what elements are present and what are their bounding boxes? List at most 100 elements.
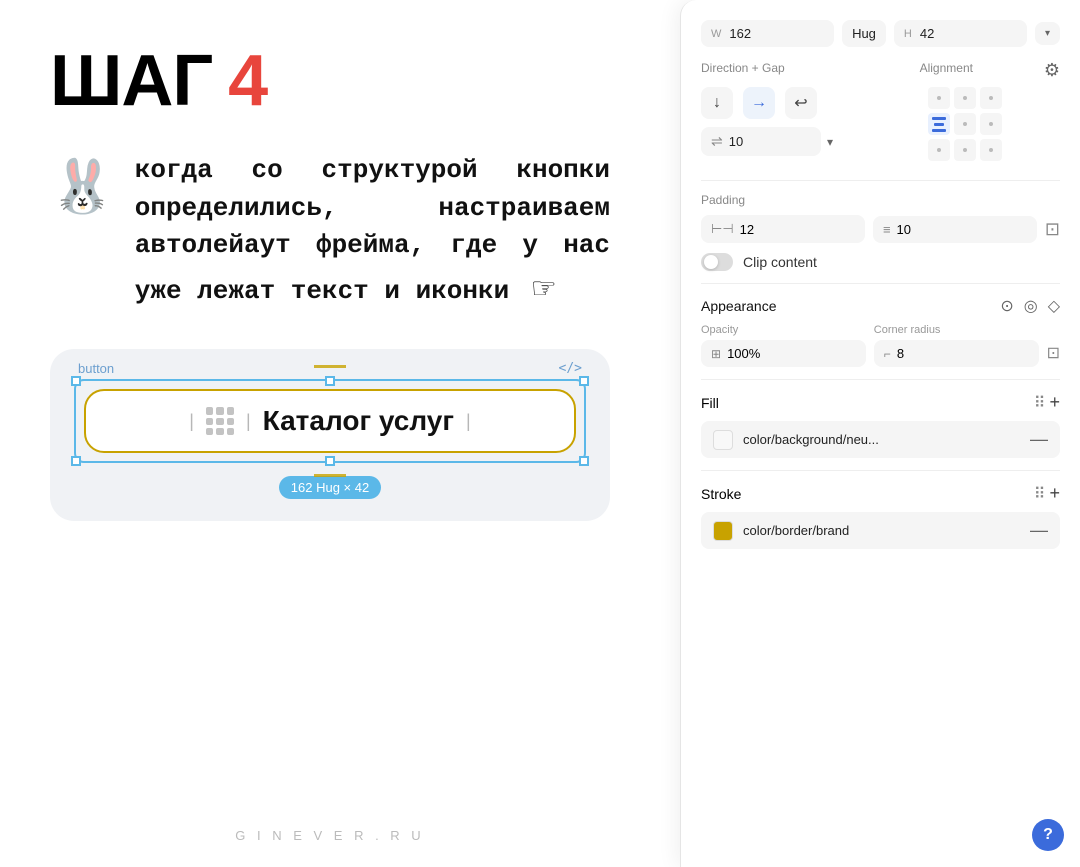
- handle-top-left[interactable]: [71, 376, 81, 386]
- chevron-down-icon: ▾: [1045, 28, 1050, 39]
- rabbit-emoji: 🐰: [50, 156, 115, 217]
- align-dot-br[interactable]: [980, 139, 1002, 161]
- resize-icon[interactable]: ⊡: [1045, 219, 1060, 240]
- corner-box: Corner radius ⌐ 8: [874, 324, 1039, 367]
- size-badge-text: 162 Hug × 42: [279, 476, 381, 499]
- spacer-top: [314, 365, 346, 368]
- gap-value: 10: [729, 134, 743, 149]
- align-dot-tr[interactable]: [980, 87, 1002, 109]
- width-box[interactable]: W 162: [701, 20, 834, 47]
- pipe-right: |: [246, 411, 251, 432]
- padding-h-box[interactable]: ⊢⊣ 12: [701, 215, 865, 243]
- fill-add-btn[interactable]: +: [1049, 392, 1060, 413]
- align-dot-mc[interactable]: [954, 113, 976, 135]
- fill-color-swatch[interactable]: [713, 430, 733, 450]
- left-panel: ШАГ 4 🐰 когда со структурой кнопки опред…: [0, 0, 660, 867]
- height-label: H: [904, 28, 912, 40]
- align-dot-tl[interactable]: [928, 87, 950, 109]
- width-value: 162: [729, 26, 751, 41]
- clip-toggle[interactable]: [701, 253, 733, 271]
- stroke-header: Stroke ⠿ +: [701, 483, 1060, 504]
- dimensions-row: W 162 Hug H 42 ▾: [701, 20, 1060, 47]
- corner-value: 8: [897, 346, 904, 361]
- frame-label: button: [78, 361, 114, 376]
- fill-grid-icon[interactable]: ⠿: [1034, 393, 1046, 413]
- width-label: W: [711, 28, 721, 40]
- stroke-grid-icon[interactable]: ⠿: [1034, 484, 1046, 504]
- stroke-minus-btn[interactable]: —: [1030, 520, 1048, 541]
- height-dropdown[interactable]: ▾: [1035, 22, 1060, 45]
- corner-icon: ⌐: [884, 347, 891, 361]
- padding-label: Padding: [701, 193, 1060, 207]
- style-icon[interactable]: ⊙: [1000, 296, 1013, 316]
- opacity-value: 100%: [727, 346, 760, 361]
- stroke-color-value: color/border/brand: [743, 523, 1020, 538]
- divider-3: [701, 379, 1060, 380]
- step-number: 4: [228, 40, 267, 122]
- fill-item: color/background/neu... —: [701, 421, 1060, 458]
- appearance-header: Appearance ⊙ ◎ ◇: [701, 296, 1060, 316]
- step-word: ШАГ: [50, 40, 212, 122]
- direction-wrap-btn[interactable]: ↩: [785, 87, 817, 119]
- corner-resize-icon[interactable]: ⊡: [1047, 343, 1060, 363]
- padding-v-icon: ≡: [883, 222, 891, 237]
- height-box[interactable]: H 42: [894, 20, 1027, 47]
- handle-center-bottom[interactable]: [325, 456, 335, 466]
- align-dot-mr[interactable]: [980, 113, 1002, 135]
- opacity-value-box[interactable]: ⊞ 100%: [701, 340, 866, 367]
- step-title: ШАГ 4: [50, 40, 610, 122]
- opacity-icon: ⊞: [711, 347, 721, 361]
- corner-label: Corner radius: [874, 324, 1039, 336]
- divider-2: [701, 283, 1060, 284]
- gap-box[interactable]: ⇌ 10: [701, 127, 821, 156]
- handle-bottom-right[interactable]: [579, 456, 589, 466]
- button-frame[interactable]: | | Каталог услуг |: [74, 379, 586, 463]
- visibility-icon[interactable]: ◎: [1024, 296, 1038, 316]
- settings-icon[interactable]: ⚙: [1044, 60, 1060, 81]
- handle-bottom-left[interactable]: [71, 456, 81, 466]
- divider-1: [701, 180, 1060, 181]
- button-inner: | | Каталог услуг |: [84, 389, 576, 453]
- fill-title: Fill: [701, 395, 1034, 411]
- gap-chevron-icon: ▾: [827, 135, 833, 149]
- button-preview-wrapper: button </> | | Каталог услуг: [50, 349, 610, 521]
- hug-dropdown[interactable]: Hug: [842, 20, 886, 47]
- corner-value-box[interactable]: ⌐ 8: [874, 340, 1039, 367]
- fill-minus-btn[interactable]: —: [1030, 429, 1048, 450]
- right-panel: W 162 Hug H 42 ▾ Direction + Gap Alignme…: [680, 0, 1080, 867]
- align-dot-bl[interactable]: [928, 139, 950, 161]
- drop-icon[interactable]: ◇: [1048, 296, 1060, 316]
- stroke-color-swatch[interactable]: [713, 521, 733, 541]
- stroke-title: Stroke: [701, 486, 1034, 502]
- scroll-hint[interactable]: ?: [1032, 819, 1064, 851]
- opacity-label: Opacity: [701, 324, 866, 336]
- footer-text: G I N E V E R . R U: [235, 828, 424, 843]
- fill-color-value: color/background/neu...: [743, 432, 1020, 447]
- clip-content-row: Clip content: [701, 253, 1060, 271]
- padding-row: ⊢⊣ 12 ≡ 10 ⊡: [701, 215, 1060, 243]
- alignment-grid: [928, 87, 1002, 161]
- button-text: Каталог услуг: [263, 405, 454, 437]
- spacer-bottom: [314, 474, 346, 477]
- stroke-add-btn[interactable]: +: [1049, 483, 1060, 504]
- align-dot-bc[interactable]: [954, 139, 976, 161]
- padding-h-icon: ⊢⊣: [711, 221, 734, 237]
- handle-top-right[interactable]: [579, 376, 589, 386]
- handle-center-top[interactable]: [325, 376, 335, 386]
- align-dot-tc[interactable]: [954, 87, 976, 109]
- description-block: 🐰 когда со структурой кнопки определилис…: [50, 152, 610, 317]
- description-text: когда со структурой кнопки определились,…: [135, 152, 610, 317]
- padding-v-box[interactable]: ≡ 10: [873, 216, 1037, 243]
- hand-cursor-icon: ☞: [533, 265, 555, 317]
- clip-label: Clip content: [743, 254, 817, 270]
- padding-v-value: 10: [897, 222, 911, 237]
- pipe-left: |: [189, 411, 194, 432]
- align-dot-ml[interactable]: [928, 113, 950, 135]
- direction-down-btn[interactable]: ↓: [701, 87, 733, 119]
- fill-header: Fill ⠿ +: [701, 392, 1060, 413]
- direction-right-btn[interactable]: →: [743, 87, 775, 119]
- pipe-right-2: |: [466, 411, 471, 432]
- appearance-icons: ⊙ ◎ ◇: [1000, 296, 1060, 316]
- divider-4: [701, 470, 1060, 471]
- height-value: 42: [920, 26, 934, 41]
